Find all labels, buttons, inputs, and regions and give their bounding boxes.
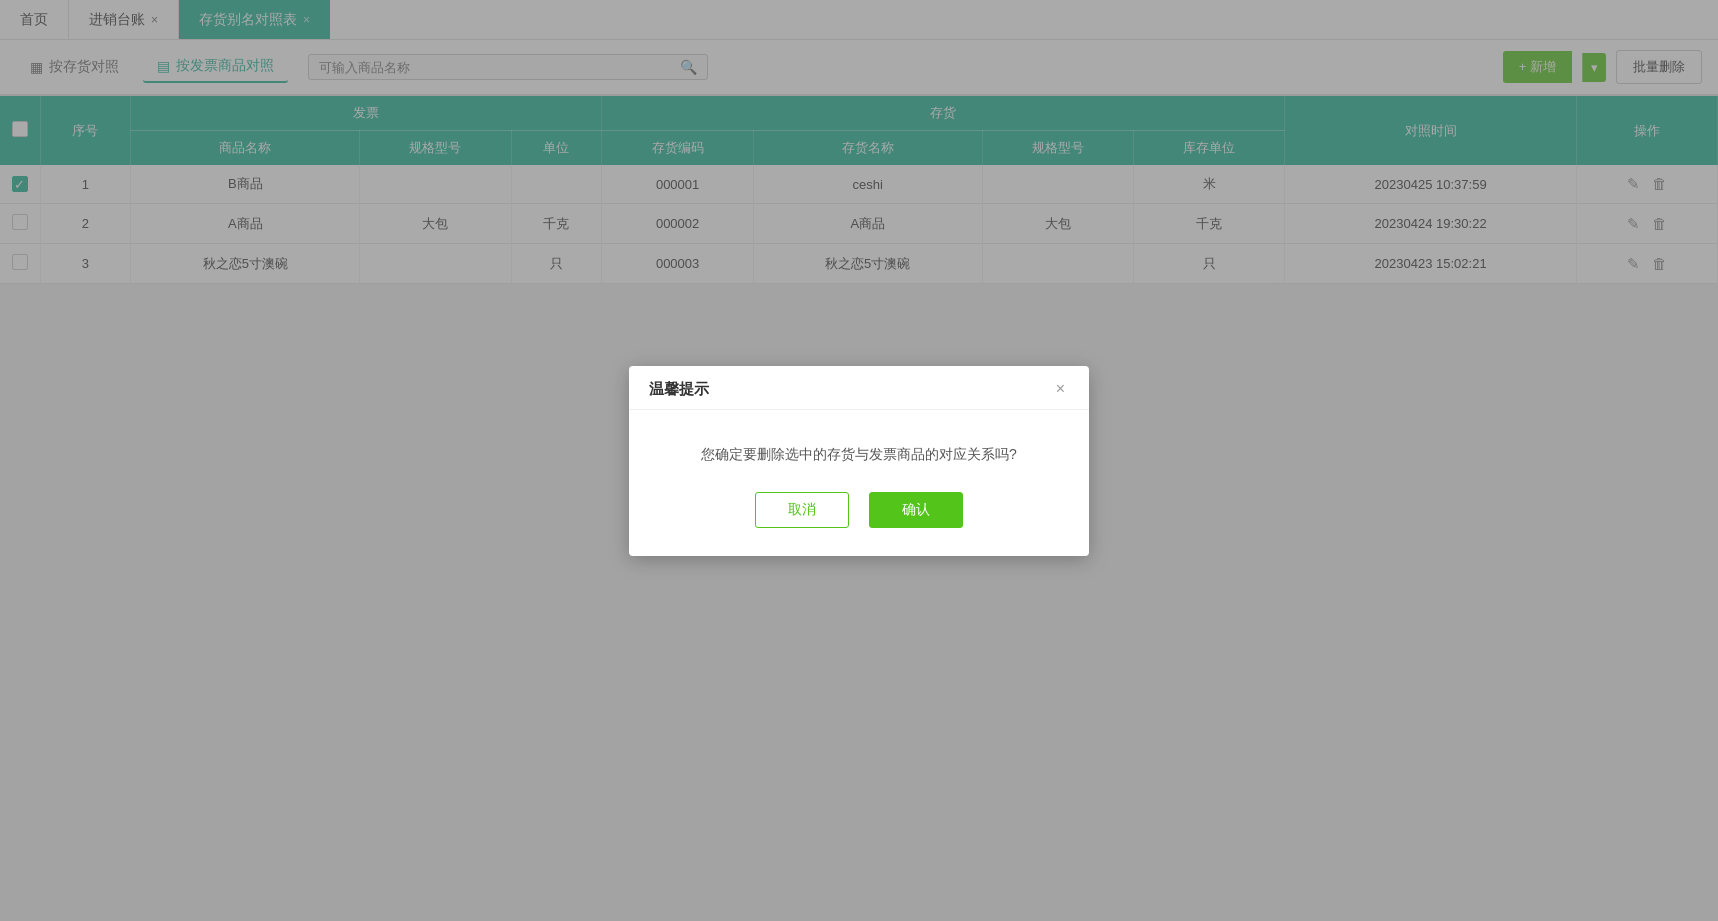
modal-overlay: 温馨提示 × 您确定要删除选中的存货与发票商品的对应关系吗? 取消 确认 bbox=[0, 0, 1718, 284]
